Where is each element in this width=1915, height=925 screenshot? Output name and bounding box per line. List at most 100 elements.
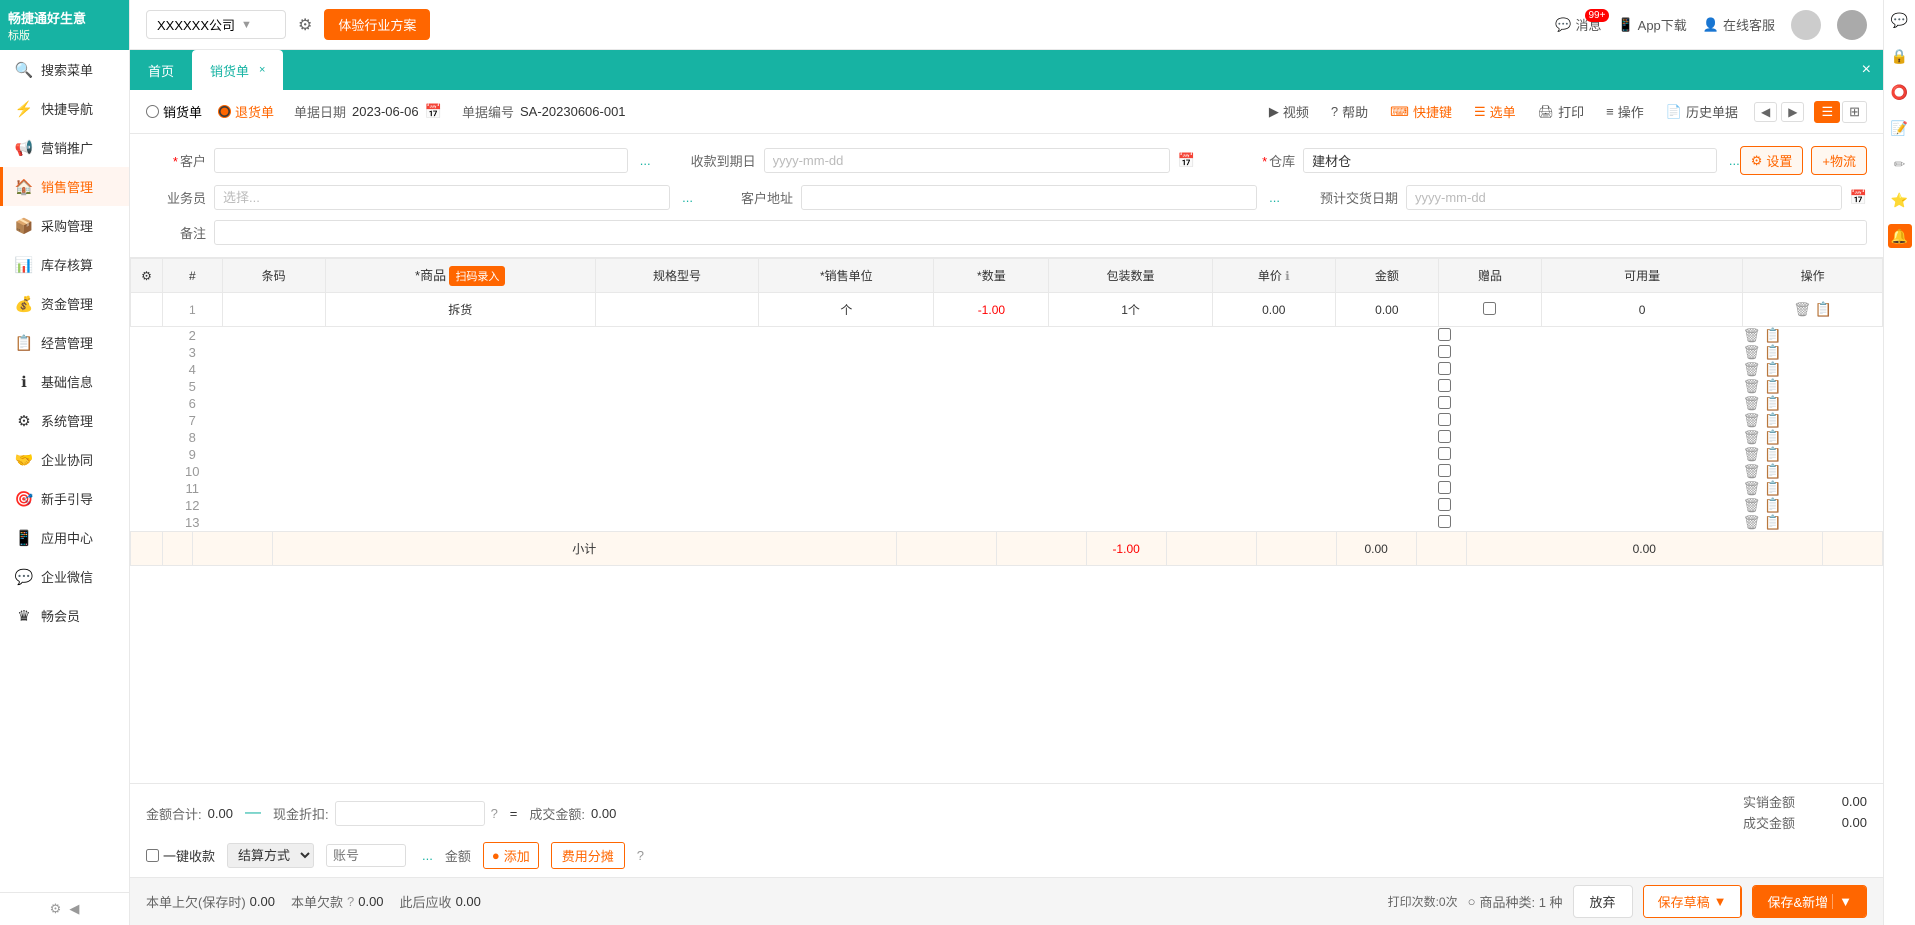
row-spec-cell[interactable] [595,412,758,429]
row-barcode-cell[interactable] [222,480,325,497]
right-sidebar-circle-icon[interactable]: ⭕ [1888,80,1912,104]
customer-input[interactable] [214,148,628,173]
row-unit-price-cell[interactable] [1212,361,1335,378]
copy-row-btn[interactable]: 📋 [1764,429,1781,445]
one-click-payment-checkbox[interactable] [146,849,159,862]
select-btn[interactable]: ☰ 选单 [1468,100,1522,123]
row-unit-cell[interactable] [759,327,934,345]
customer-dots-btn[interactable]: ... [640,153,651,168]
receive-date-calendar-icon[interactable]: 📅 [1178,152,1195,169]
row-gift-cell[interactable] [1438,463,1541,480]
row-barcode-cell[interactable] [222,378,325,395]
copy-row-btn[interactable]: 📋 [1764,395,1781,411]
row-barcode-cell[interactable] [222,446,325,463]
row-amount-cell[interactable] [1335,429,1438,446]
row-amount-cell[interactable] [1335,378,1438,395]
setup-btn[interactable]: ⚙ 设置 [1740,146,1804,175]
row-unit-cell[interactable] [759,514,934,531]
copy-row-btn[interactable]: 📋 [1764,497,1781,513]
right-sidebar-note-icon[interactable]: 📝 [1888,116,1912,140]
gift-checkbox[interactable] [1438,430,1451,443]
row-gift-cell[interactable] [1438,293,1541,327]
sidebar-item-purchase[interactable]: 📦 采购管理 [0,206,129,245]
row-qty-cell[interactable] [934,514,1049,531]
tab-home[interactable]: 首页 [130,50,192,90]
row-gift-cell[interactable] [1438,446,1541,463]
row-unit-cell[interactable] [759,395,934,412]
row-amount-cell[interactable] [1335,395,1438,412]
delete-row-btn[interactable]: 🗑 [1743,446,1761,462]
row-amount-cell[interactable] [1335,514,1438,531]
sidebar-item-management[interactable]: 📋 经营管理 [0,323,129,362]
row-amount-cell[interactable] [1335,361,1438,378]
expense-help-icon[interactable]: ? [637,848,644,863]
scan-btn[interactable]: 扫码录入 [449,266,505,286]
sidebar-item-basic[interactable]: ℹ 基础信息 [0,362,129,401]
abandon-btn[interactable]: 放弃 [1573,885,1633,918]
print-btn[interactable]: 🖨 打印 [1532,100,1591,123]
row-qty-cell[interactable] [934,412,1049,429]
delete-row-btn[interactable]: 🗑 [1743,429,1761,445]
delete-row-btn[interactable]: 🗑 [1743,395,1761,411]
gift-checkbox[interactable] [1438,481,1451,494]
radio-return-input[interactable] [218,105,231,118]
sidebar-item-weixin[interactable]: 💬 企业微信 [0,557,129,596]
row-unit-price-cell[interactable]: 0.00 [1212,293,1335,327]
row-qty-cell[interactable] [934,497,1049,514]
tab-close-icon[interactable]: × [259,64,265,76]
row-gift-cell[interactable] [1438,412,1541,429]
account-input[interactable] [326,844,406,867]
gift-checkbox[interactable] [1438,345,1451,358]
sidebar-item-guide[interactable]: 🎯 新手引导 [0,479,129,518]
expected-date-calendar-icon[interactable]: 📅 [1850,189,1867,206]
row-pack-qty-cell[interactable] [1049,327,1212,345]
row-amount-cell[interactable] [1335,412,1438,429]
row-gift-cell[interactable] [1438,497,1541,514]
one-click-payment-label[interactable]: 一键收款 [146,846,215,865]
copy-row-btn[interactable]: 📋 [1764,327,1781,343]
row-unit-price-cell[interactable] [1212,412,1335,429]
row-product-cell[interactable] [325,344,595,361]
sidebar-item-marketing[interactable]: 📢 营销推广 [0,128,129,167]
row-pack-qty-cell[interactable] [1049,361,1212,378]
sidebar-item-search[interactable]: 🔍 搜索菜单 [0,50,129,89]
customer-address-input[interactable] [801,185,1257,210]
copy-row-btn[interactable]: 📋 [1764,378,1781,394]
gift-checkbox[interactable] [1438,498,1451,511]
row-spec-cell[interactable] [595,463,758,480]
logistics-btn[interactable]: +物流 [1811,146,1867,175]
copy-row-btn[interactable]: 📋 [1764,344,1781,360]
row-unit-cell[interactable] [759,361,934,378]
row-gift-cell[interactable] [1438,395,1541,412]
sidebar-item-quicknav[interactable]: ⚡ 快捷导航 [0,89,129,128]
delete-row-btn[interactable]: 🗑 [1743,378,1761,394]
sidebar-item-appcenter[interactable]: 📱 应用中心 [0,518,129,557]
right-sidebar-star-icon[interactable]: ⭐ [1888,188,1912,212]
row-unit-price-cell[interactable] [1212,429,1335,446]
trial-btn[interactable]: 体验行业方案 [324,9,430,40]
row-spec-cell[interactable] [595,395,758,412]
row-unit-cell[interactable] [759,497,934,514]
row-unit-cell[interactable]: 个 [759,293,934,327]
avatar[interactable] [1791,10,1821,40]
gift-checkbox[interactable] [1438,328,1451,341]
unit-price-info-icon[interactable]: ℹ [1285,269,1290,283]
help-btn[interactable]: ? 帮助 [1325,100,1374,123]
gift-checkbox[interactable] [1438,464,1451,477]
delete-row-btn[interactable]: 🗑 [1743,412,1761,428]
gift-checkbox[interactable] [1438,362,1451,375]
row-spec-cell[interactable] [595,361,758,378]
row-pack-qty-cell[interactable] [1049,480,1212,497]
delete-row-btn[interactable]: 🗑 [1743,327,1761,343]
row-qty-cell[interactable] [934,344,1049,361]
row-pack-qty-cell[interactable] [1049,514,1212,531]
row-qty-cell[interactable] [934,327,1049,345]
row-qty-cell[interactable] [934,446,1049,463]
row-product-cell[interactable] [325,327,595,345]
grid-view-btn[interactable]: ⊞ [1842,101,1867,123]
row-unit-price-cell[interactable] [1212,395,1335,412]
gift-checkbox[interactable] [1438,515,1451,528]
gift-checkbox[interactable] [1438,379,1451,392]
list-view-btn[interactable]: ☰ [1814,101,1840,123]
row-pack-qty-cell[interactable] [1049,429,1212,446]
